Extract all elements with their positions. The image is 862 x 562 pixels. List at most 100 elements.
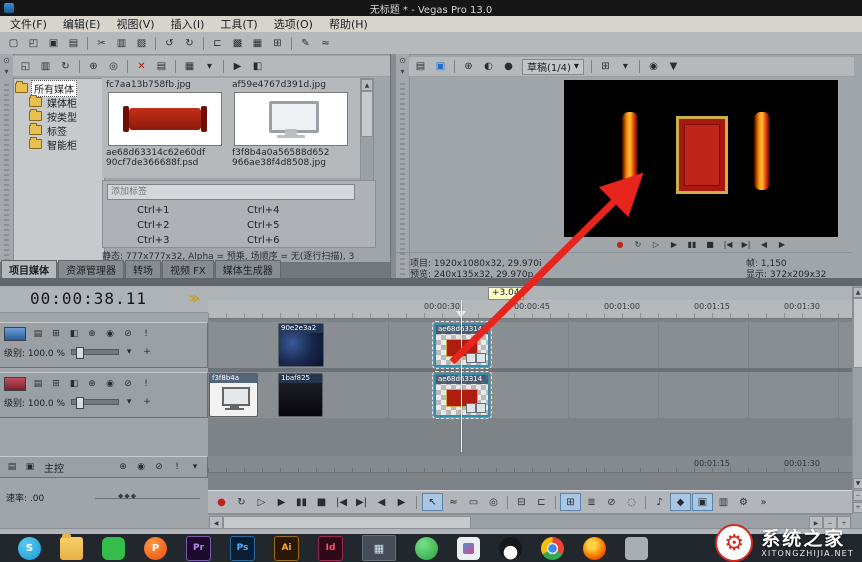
event-fx-icon[interactable] — [466, 403, 476, 413]
dock-tab[interactable]: 转场 — [125, 260, 161, 278]
separator[interactable] — [87, 37, 88, 50]
preview-play-icon[interactable]: ▶ — [228, 58, 247, 74]
insert-envelope-icon[interactable]: + — [139, 395, 155, 409]
fade-type-icon[interactable]: ▾ — [121, 345, 137, 359]
split-screen-icon[interactable]: ◐ — [479, 59, 498, 75]
separator[interactable] — [127, 60, 128, 73]
go-to-end-button[interactable]: ▶| — [352, 494, 371, 510]
cursor-timecode[interactable]: 00:00:38.11 — [30, 289, 147, 308]
media-thumbnail-monitor[interactable] — [234, 92, 348, 146]
separator[interactable] — [79, 60, 80, 73]
play-from-start-button[interactable]: ▷ — [648, 238, 664, 251]
explorer-icon[interactable]: ⊞ — [268, 35, 287, 51]
record-button[interactable]: ● — [212, 494, 231, 510]
remove-media-icon[interactable]: ✕ — [132, 58, 151, 74]
track-fx-icon[interactable]: ⊕ — [84, 377, 100, 391]
chrome-icon[interactable] — [541, 537, 564, 560]
pause-button[interactable]: ▮▮ — [684, 238, 700, 251]
overlays-dropdown-icon[interactable]: ▾ — [616, 59, 635, 75]
ignore-grouping-toggle[interactable]: ◌ — [622, 494, 641, 510]
pause-button[interactable]: ▮▮ — [292, 494, 311, 510]
orange-app-icon[interactable]: P — [144, 537, 167, 560]
track-color-chip[interactable] — [4, 327, 26, 341]
save-snapshot-icon[interactable]: ▼ — [664, 59, 683, 75]
trimmer-icon[interactable]: ⊏ — [208, 35, 227, 51]
video-bus-icon[interactable]: ▣ — [692, 493, 713, 511]
timeline-clip[interactable]: 1baf825 — [278, 373, 323, 417]
separator[interactable] — [291, 37, 292, 50]
compositing-mode-icon[interactable]: ◧ — [66, 377, 82, 391]
skype-icon[interactable]: S — [18, 537, 41, 560]
tree-item[interactable]: 按类型 — [15, 109, 103, 123]
audio-bus-icon[interactable]: ▥ — [714, 494, 733, 510]
dock-pin-icon[interactable]: ⊙ — [399, 56, 406, 65]
refresh-icon[interactable]: ↻ — [56, 58, 75, 74]
timeline-clip[interactable]: f3f8b4a — [209, 373, 258, 417]
menu-item[interactable]: 编辑(E) — [55, 15, 109, 33]
menu-item[interactable]: 工具(T) — [212, 15, 265, 33]
timeline-clip-selected[interactable]: ae68d63314 — [434, 323, 490, 367]
separator[interactable] — [454, 60, 455, 73]
normal-edit-tool[interactable]: ↖ — [422, 493, 443, 511]
project-properties-icon[interactable]: ▤ — [64, 35, 83, 51]
next-frame-button[interactable]: ▶ — [774, 238, 790, 251]
title-bar[interactable]: 无标题 * - Vegas Pro 13.0 — [0, 0, 862, 16]
separator[interactable] — [203, 37, 204, 50]
firefox-icon[interactable] — [583, 537, 606, 560]
import-media-icon[interactable]: ◱ — [16, 58, 35, 74]
separator[interactable] — [555, 496, 556, 509]
collapse-icon[interactable]: ▾ — [187, 460, 203, 474]
auto-ripple-toggle[interactable]: ≣ — [582, 494, 601, 510]
vegas-taskbar-icon-active[interactable]: ▦ — [362, 535, 396, 561]
media-properties-icon[interactable]: ▤ — [152, 58, 171, 74]
wechat-icon[interactable] — [102, 537, 125, 560]
mixer-icon[interactable]: ▩ — [228, 35, 247, 51]
paste-icon[interactable]: ▨ — [132, 35, 151, 51]
separator[interactable] — [591, 60, 592, 73]
dock-menu-icon[interactable]: ▾ — [400, 67, 404, 76]
auto-preview-icon[interactable]: ◧ — [248, 58, 267, 74]
overlays-grid-icon[interactable]: ⊞ — [596, 59, 615, 75]
solo-icon[interactable]: ! — [138, 377, 154, 391]
views-dropdown-icon[interactable]: ▾ — [200, 58, 219, 74]
compositing-mode-icon[interactable]: ◧ — [66, 327, 82, 341]
go-to-start-button[interactable]: |◀ — [332, 494, 351, 510]
track-level-slider[interactable] — [71, 399, 119, 405]
scroll-thumb[interactable] — [853, 298, 862, 368]
zoom-in-icon[interactable]: + — [853, 502, 862, 513]
fade-type-icon[interactable]: ▾ — [121, 395, 137, 409]
more-tools-icon[interactable]: » — [754, 494, 773, 510]
copy-icon[interactable]: ▥ — [112, 35, 131, 51]
separator[interactable] — [507, 496, 508, 509]
tree-item[interactable]: 标签 — [15, 123, 103, 137]
menu-item[interactable]: 文件(F) — [2, 15, 55, 33]
separator[interactable] — [639, 60, 640, 73]
separator[interactable] — [223, 60, 224, 73]
expand-track-icon[interactable]: ⊞ — [48, 327, 64, 341]
preview-dock-grip[interactable]: ⊙ ▾ — [396, 54, 410, 284]
expand-track-icon[interactable]: ⊞ — [48, 377, 64, 391]
stop-button[interactable]: ■ — [702, 238, 718, 251]
dock-tab[interactable]: 项目媒体 — [1, 260, 57, 278]
menu-item[interactable]: 插入(I) — [163, 15, 213, 33]
new-project-icon[interactable]: ▢ — [4, 35, 23, 51]
mute-icon[interactable]: ⊘ — [120, 377, 136, 391]
minimize-master-icon[interactable]: ▤ — [4, 460, 20, 474]
timeline-clip[interactable]: 90e2e3a2 — [278, 323, 324, 367]
selection-edit-tool[interactable]: ▭ — [464, 494, 483, 510]
automation-icon[interactable]: ◉ — [133, 460, 149, 474]
main-splitter[interactable] — [0, 278, 862, 286]
capture-video-icon[interactable]: ▥ — [36, 58, 55, 74]
cut-icon[interactable]: ✂ — [92, 35, 111, 51]
green-app-icon[interactable] — [415, 537, 438, 560]
mute-master-icon[interactable]: ⊘ — [151, 460, 167, 474]
dock-tab[interactable]: 视频 FX — [162, 260, 214, 278]
split-icon[interactable]: ⊟ — [512, 494, 531, 510]
undo-icon[interactable]: ↺ — [160, 35, 179, 51]
plugin-icon[interactable]: ⚙ — [734, 494, 753, 510]
qq-icon[interactable] — [499, 537, 522, 560]
premiere-icon[interactable]: Pr — [186, 536, 211, 561]
photoshop-icon[interactable]: Ps — [230, 536, 255, 561]
dock-tab[interactable]: 资源管理器 — [58, 260, 124, 278]
track-color-chip[interactable] — [4, 377, 26, 391]
